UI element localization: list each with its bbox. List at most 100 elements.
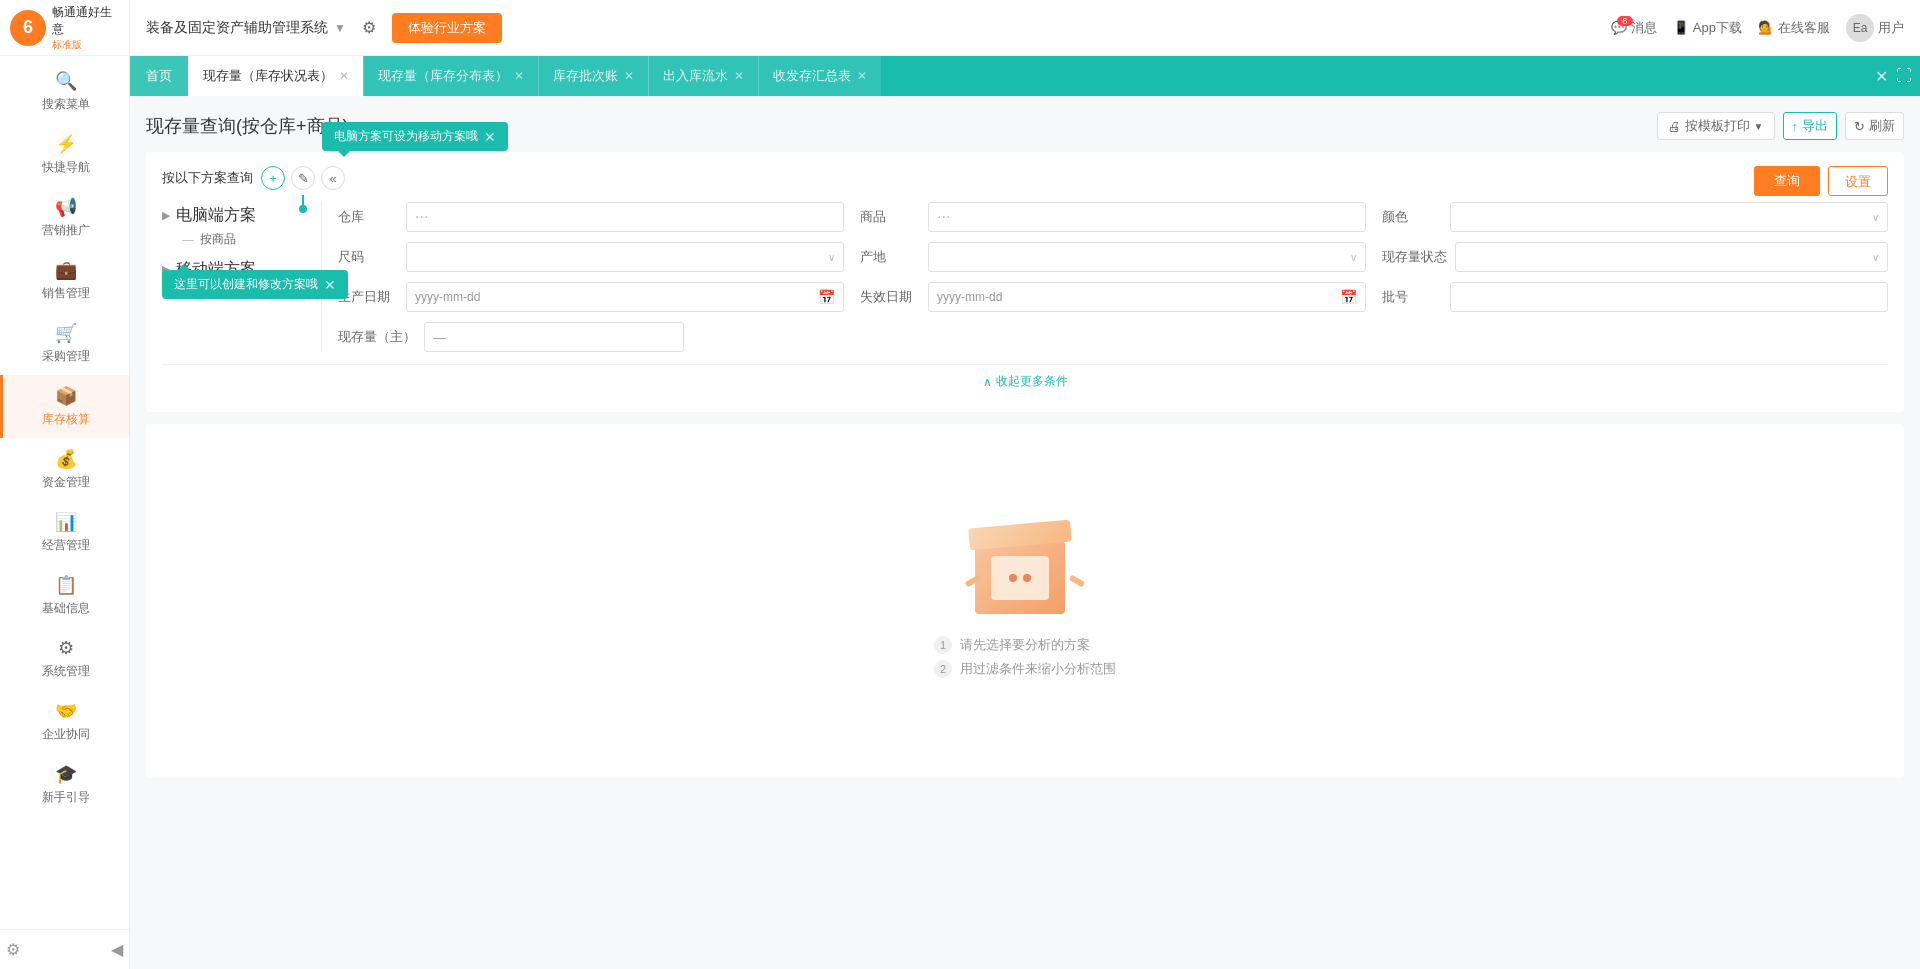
sidebar-item-basic[interactable]: 📋 基础信息 bbox=[0, 564, 129, 627]
lightning-icon: ⚡ bbox=[55, 133, 77, 155]
field-goods: 商品 ··· bbox=[860, 202, 1366, 232]
stock-status-select[interactable]: ∨ bbox=[1455, 242, 1888, 272]
query-header: 按以下方案查询 + ✎ « 电脑方案可设为移动方案哦 ✕ bbox=[162, 166, 1888, 190]
back-scheme-button[interactable]: « bbox=[321, 166, 345, 190]
money-icon: 💰 bbox=[55, 448, 77, 470]
collapse-bar[interactable]: ∧ 收起更多条件 bbox=[162, 364, 1888, 398]
production-date-input[interactable]: yyyy-mm-dd 📅 bbox=[406, 282, 844, 312]
app-download-action[interactable]: 📱 App下载 bbox=[1673, 19, 1742, 37]
inventory-min-input[interactable]: — bbox=[424, 322, 684, 352]
tab-inout-flow[interactable]: 出入库流水 ✕ bbox=[648, 56, 758, 96]
tooltip1-close[interactable]: ✕ bbox=[484, 129, 496, 145]
search-button[interactable]: 查询 bbox=[1754, 166, 1820, 196]
tab-close-recv-send[interactable]: ✕ bbox=[857, 69, 867, 83]
refresh-button[interactable]: ↻ 刷新 bbox=[1845, 112, 1904, 140]
topbar-settings-icon[interactable]: ⚙ bbox=[362, 18, 376, 37]
user-action[interactable]: Ea 用户 bbox=[1846, 14, 1904, 42]
sidebar-item-purchase[interactable]: 🛒 采购管理 bbox=[0, 312, 129, 375]
sidebar-logo: 6 畅通通好生意 标准版 bbox=[0, 0, 129, 56]
user-avatar: Ea bbox=[1846, 14, 1874, 42]
field-origin: 产地 ∨ bbox=[860, 242, 1366, 272]
scheme-pc-sub-1[interactable]: — 按商品 bbox=[182, 229, 309, 250]
inventory-row: 现存量（主） — bbox=[338, 322, 1888, 352]
tab-expand-icon[interactable]: ⛶ bbox=[1896, 67, 1912, 85]
sidebar-item-quick[interactable]: ⚡ 快捷导航 bbox=[0, 123, 129, 186]
sidebar-item-finance[interactable]: 💰 资金管理 bbox=[0, 438, 129, 501]
message-icon-wrapper: 💬 6 bbox=[1611, 20, 1627, 35]
clipboard-icon: 📋 bbox=[55, 574, 77, 596]
expiry-date-input[interactable]: yyyy-mm-dd 📅 bbox=[928, 282, 1366, 312]
arm-right bbox=[1069, 574, 1086, 587]
form-row-1: 仓库 ··· 商品 ··· 颜色 bbox=[338, 202, 1888, 232]
tab-inventory-dist[interactable]: 现存量（库存分布表） ✕ bbox=[363, 56, 538, 96]
stock-status-dropdown-icon: ∨ bbox=[1872, 252, 1879, 263]
calendar2-icon: 📅 bbox=[1340, 289, 1357, 305]
box-face bbox=[991, 556, 1049, 600]
sidebar-item-operations[interactable]: 📊 经营管理 bbox=[0, 501, 129, 564]
form-row-3: 生产日期 yyyy-mm-dd 📅 失效日期 yyyy-mm-dd 📅 bbox=[338, 282, 1888, 312]
batch-input[interactable] bbox=[1450, 282, 1888, 312]
query-label: 按以下方案查询 bbox=[162, 169, 253, 187]
tab-batch-ledger[interactable]: 库存批次账 ✕ bbox=[538, 56, 648, 96]
chart-icon: 📊 bbox=[55, 511, 77, 533]
support-action[interactable]: 💁 在线客服 bbox=[1758, 19, 1830, 37]
origin-dropdown-icon: ∨ bbox=[1350, 252, 1357, 263]
tab-close-batch-ledger[interactable]: ✕ bbox=[624, 69, 634, 83]
topbar-right: 💬 6 消息 📱 App下载 💁 在线客服 Ea 用户 bbox=[1611, 14, 1904, 42]
add-scheme-button[interactable]: + bbox=[261, 166, 285, 190]
trial-button[interactable]: 体验行业方案 bbox=[392, 13, 502, 43]
print-button[interactable]: 🖨 按模板打印 ▼ bbox=[1657, 112, 1775, 140]
field-warehouse: 仓库 ··· bbox=[338, 202, 844, 232]
eye-right bbox=[1023, 574, 1031, 582]
sidebar-item-guide[interactable]: 🎓 新手引导 bbox=[0, 753, 129, 816]
print-icon: 🖨 bbox=[1668, 119, 1681, 134]
scheme-pc-subs: — 按商品 bbox=[162, 229, 309, 250]
export-button[interactable]: ↑ 导出 bbox=[1783, 112, 1838, 140]
size-dropdown-icon: ∨ bbox=[828, 252, 835, 263]
sidebar-item-inventory[interactable]: 📦 库存核算 bbox=[0, 375, 129, 438]
field-color: 颜色 ∨ bbox=[1382, 202, 1888, 232]
warehouse-input[interactable]: ··· bbox=[406, 202, 844, 232]
sidebar-item-search[interactable]: 🔍 搜索菜单 bbox=[0, 60, 129, 123]
edit-icon: ✎ bbox=[298, 171, 309, 186]
goods-input[interactable]: ··· bbox=[928, 202, 1366, 232]
message-action[interactable]: 💬 6 消息 bbox=[1611, 19, 1657, 37]
sidebar-item-sales[interactable]: 💼 销售管理 bbox=[0, 249, 129, 312]
query-form: 仓库 ··· 商品 ··· 颜色 bbox=[338, 202, 1888, 352]
tab-recv-send[interactable]: 收发存汇总表 ✕ bbox=[758, 56, 881, 96]
topbar: 装备及固定资产辅助管理系统 ▼ ⚙ 体验行业方案 💬 6 消息 📱 App下载 … bbox=[130, 0, 1920, 56]
field-size: 尺码 ∨ bbox=[338, 242, 844, 272]
tab-close-inventory-dist[interactable]: ✕ bbox=[514, 69, 524, 83]
size-select[interactable]: ∨ bbox=[406, 242, 844, 272]
empty-illustration bbox=[965, 504, 1085, 614]
sidebar-item-marketing[interactable]: 📢 营销推广 bbox=[0, 186, 129, 249]
tab-close-all-icon[interactable]: ✕ bbox=[1875, 67, 1888, 86]
sidebar-item-enterprise[interactable]: 🤝 企业协同 bbox=[0, 690, 129, 753]
origin-select[interactable]: ∨ bbox=[928, 242, 1366, 272]
footer-collapse-icon[interactable]: ◀ bbox=[111, 940, 123, 959]
tab-close-inout-flow[interactable]: ✕ bbox=[734, 69, 744, 83]
tab-inventory-status[interactable]: 现存量（库存状况表） ✕ bbox=[188, 56, 363, 96]
reset-button[interactable]: 设置 bbox=[1828, 166, 1888, 196]
color-select[interactable]: ∨ bbox=[1450, 202, 1888, 232]
search-icon: 🔍 bbox=[55, 70, 77, 92]
field-expiry-date: 失效日期 yyyy-mm-dd 📅 bbox=[860, 282, 1366, 312]
sidebar: 6 畅通通好生意 标准版 🔍 搜索菜单 ⚡ 快捷导航 📢 营销推广 💼 销售管理… bbox=[0, 0, 130, 969]
support-icon: 💁 bbox=[1758, 20, 1774, 35]
query-right-actions: 查询 设置 bbox=[1754, 166, 1888, 196]
sidebar-item-system[interactable]: ⚙ 系统管理 bbox=[0, 627, 129, 690]
tooltip2-close[interactable]: ✕ bbox=[324, 277, 336, 293]
logo-text: 畅通通好生意 标准版 bbox=[52, 4, 119, 52]
query-body: ▶ 电脑端方案 — 按商品 ▶ 移动端方案 bbox=[162, 202, 1888, 352]
tooltip-edit-scheme: 这里可以创建和修改方案哦 ✕ bbox=[162, 270, 348, 299]
footer-settings-icon[interactable]: ⚙ bbox=[6, 940, 20, 959]
scheme-pc[interactable]: ▶ 电脑端方案 bbox=[162, 202, 309, 229]
query-panel: 按以下方案查询 + ✎ « 电脑方案可设为移动方案哦 ✕ bbox=[146, 152, 1904, 412]
megaphone-icon: 📢 bbox=[55, 196, 77, 218]
field-production-date: 生产日期 yyyy-mm-dd 📅 bbox=[338, 282, 844, 312]
tab-home[interactable]: 首页 bbox=[130, 56, 188, 96]
tab-close-inventory-status[interactable]: ✕ bbox=[339, 69, 349, 83]
tabbar: 首页 现存量（库存状况表） ✕ 现存量（库存分布表） ✕ 库存批次账 ✕ 出入库… bbox=[130, 56, 1920, 96]
edit-scheme-button[interactable]: ✎ bbox=[291, 166, 315, 190]
collapse-arrow-icon: ∧ bbox=[983, 375, 992, 389]
